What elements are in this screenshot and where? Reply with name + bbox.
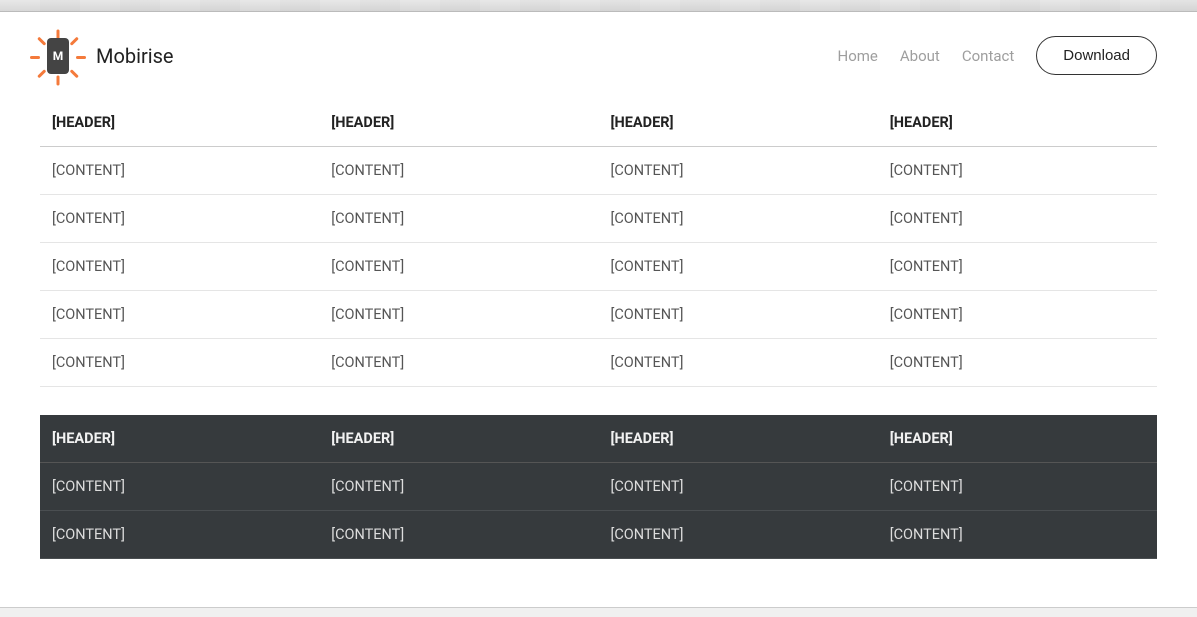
table-cell: [CONTENT] (599, 291, 878, 339)
table-cell: [CONTENT] (40, 511, 319, 559)
table-header-cell: [HEADER] (599, 415, 878, 463)
table-cell: [CONTENT] (319, 339, 598, 387)
table-header-row: [HEADER] [HEADER] [HEADER] [HEADER] (40, 415, 1157, 463)
horizontal-scrollbar[interactable] (0, 607, 1197, 617)
table-row: [CONTENT] [CONTENT] [CONTENT] [CONTENT] (40, 339, 1157, 387)
table-cell: [CONTENT] (40, 195, 319, 243)
table-cell: [CONTENT] (878, 147, 1157, 195)
table-light: [HEADER] [HEADER] [HEADER] [HEADER] [CON… (40, 99, 1157, 387)
download-button[interactable]: Download (1036, 36, 1157, 75)
table-header-cell: [HEADER] (40, 415, 319, 463)
table-cell: [CONTENT] (319, 243, 598, 291)
table-row: [CONTENT] [CONTENT] [CONTENT] [CONTENT] (40, 463, 1157, 511)
table-header-cell: [HEADER] (878, 99, 1157, 147)
table-header-cell: [HEADER] (319, 99, 598, 147)
table-row: [CONTENT] [CONTENT] [CONTENT] [CONTENT] (40, 243, 1157, 291)
table-cell: [CONTENT] (319, 511, 598, 559)
table-header-row: [HEADER] [HEADER] [HEADER] [HEADER] (40, 99, 1157, 147)
table-cell: [CONTENT] (40, 147, 319, 195)
navbar: Mobirise Home About Contact Download (0, 12, 1197, 99)
table-cell: [CONTENT] (319, 195, 598, 243)
table-row: [CONTENT] [CONTENT] [CONTENT] [CONTENT] (40, 147, 1157, 195)
table-cell: [CONTENT] (599, 195, 878, 243)
table-cell: [CONTENT] (40, 243, 319, 291)
browser-chrome-bar (0, 0, 1197, 12)
table-dark: [HEADER] [HEADER] [HEADER] [HEADER] [CON… (40, 415, 1157, 559)
table-cell: [CONTENT] (319, 463, 598, 511)
table-cell: [CONTENT] (599, 463, 878, 511)
table-cell: [CONTENT] (40, 463, 319, 511)
brand[interactable]: Mobirise (40, 38, 174, 74)
nav-link-about[interactable]: About (900, 47, 940, 65)
table-cell: [CONTENT] (878, 291, 1157, 339)
logo-icon (40, 38, 76, 74)
table-header-cell: [HEADER] (319, 415, 598, 463)
table-cell: [CONTENT] (878, 243, 1157, 291)
table-cell: [CONTENT] (878, 339, 1157, 387)
brand-name: Mobirise (96, 44, 174, 68)
table-cell: [CONTENT] (878, 463, 1157, 511)
table-header-cell: [HEADER] (40, 99, 319, 147)
content: [HEADER] [HEADER] [HEADER] [HEADER] [CON… (0, 99, 1197, 607)
table-cell: [CONTENT] (319, 291, 598, 339)
table-cell: [CONTENT] (599, 511, 878, 559)
table-header-cell: [HEADER] (878, 415, 1157, 463)
table-cell: [CONTENT] (599, 243, 878, 291)
table-row: [CONTENT] [CONTENT] [CONTENT] [CONTENT] (40, 291, 1157, 339)
nav-link-home[interactable]: Home (838, 47, 878, 65)
nav-links: Home About Contact Download (838, 36, 1157, 75)
table-cell: [CONTENT] (878, 195, 1157, 243)
table-cell: [CONTENT] (40, 291, 319, 339)
table-row: [CONTENT] [CONTENT] [CONTENT] [CONTENT] (40, 511, 1157, 559)
table-cell: [CONTENT] (319, 147, 598, 195)
table-cell: [CONTENT] (599, 147, 878, 195)
table-cell: [CONTENT] (878, 511, 1157, 559)
table-header-cell: [HEADER] (599, 99, 878, 147)
table-cell: [CONTENT] (599, 339, 878, 387)
nav-link-contact[interactable]: Contact (962, 47, 1014, 65)
table-row: [CONTENT] [CONTENT] [CONTENT] [CONTENT] (40, 195, 1157, 243)
table-cell: [CONTENT] (40, 339, 319, 387)
